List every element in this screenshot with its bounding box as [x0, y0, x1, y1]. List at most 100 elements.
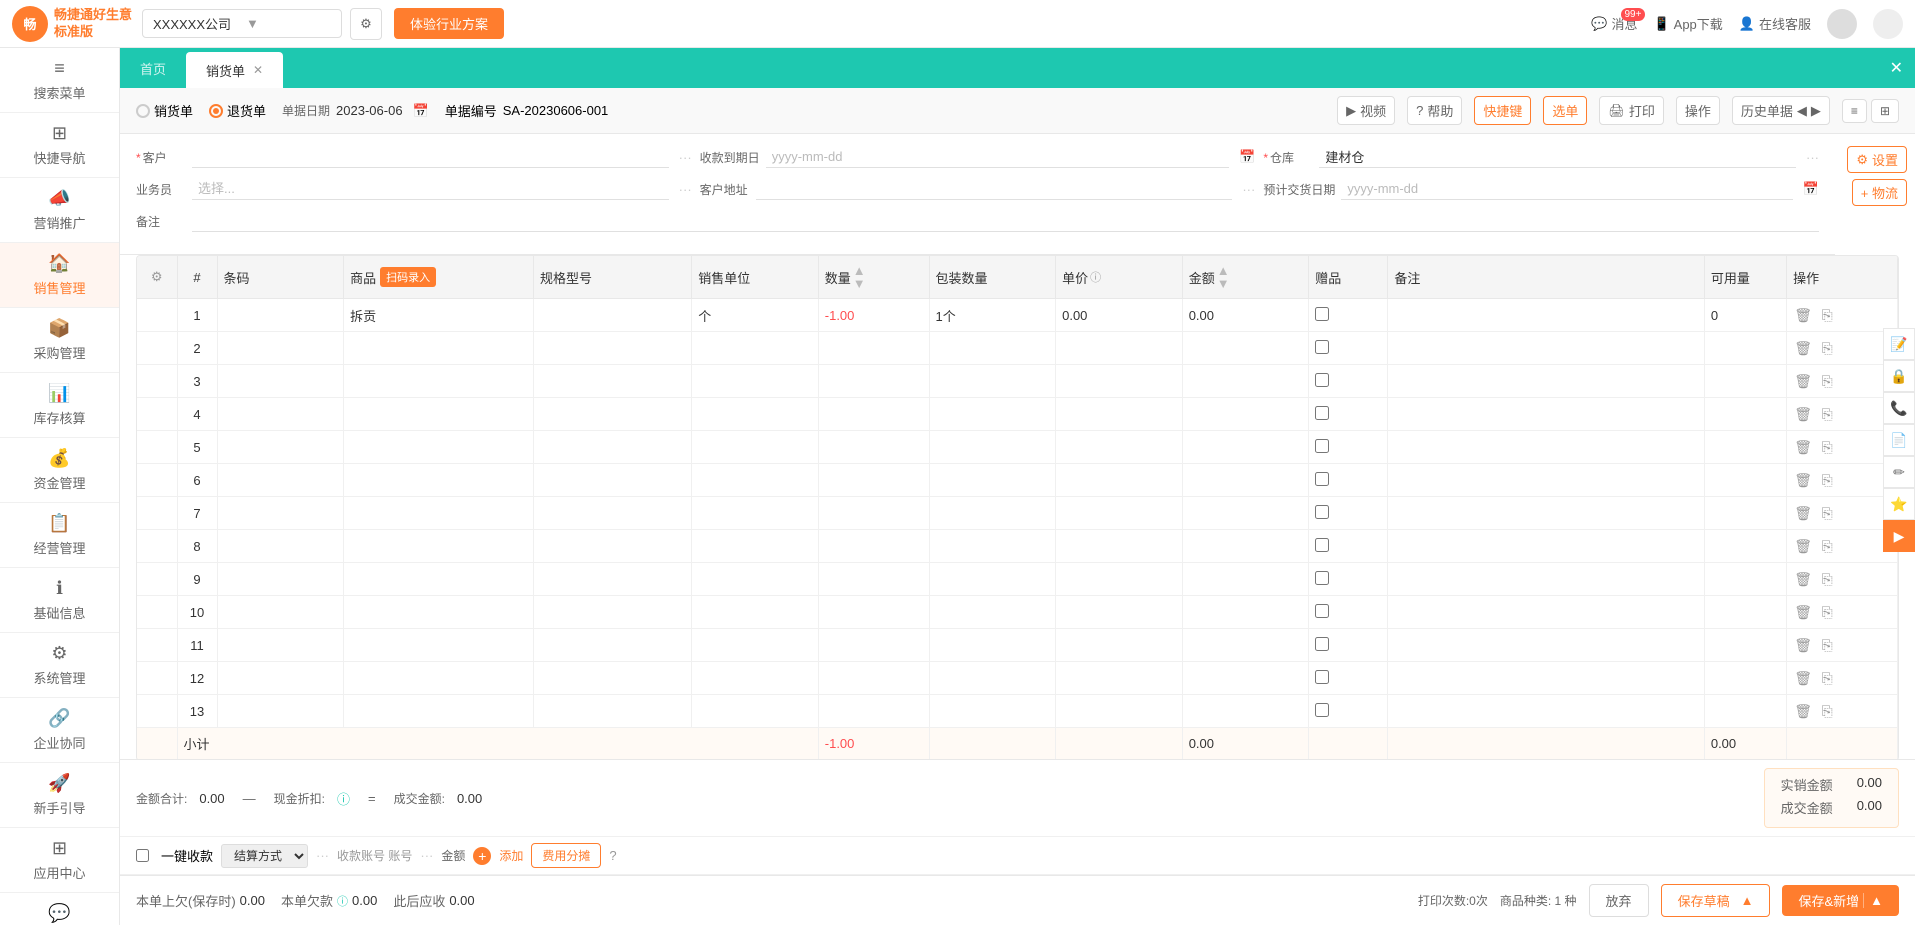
delete-row-icon-12[interactable]: 🗑 [1793, 668, 1813, 688]
delete-row-icon-10[interactable]: 🗑 [1793, 602, 1813, 622]
cell-amount-3[interactable] [1182, 365, 1309, 398]
list-view-button[interactable]: ≡ [1842, 99, 1867, 123]
cell-unit-2[interactable] [692, 332, 819, 365]
cell-remark-2[interactable] [1388, 332, 1704, 365]
copy-row-icon-3[interactable]: ⎘ [1817, 371, 1837, 391]
copy-row-icon-5[interactable]: ⎘ [1817, 437, 1837, 457]
cell-remark-3[interactable] [1388, 365, 1704, 398]
one-click-payment-checkbox[interactable] [136, 849, 149, 862]
expense-split-button[interactable]: 费用分摊 [531, 843, 601, 868]
delete-row-icon-7[interactable]: 🗑 [1793, 503, 1813, 523]
right-panel-star-button[interactable]: ⭐ [1883, 488, 1915, 520]
history-nav-prev[interactable]: ◀ [1797, 103, 1807, 119]
cell-qty-1[interactable]: -1.00 [818, 299, 929, 332]
cell-spec-3[interactable] [533, 365, 691, 398]
delete-row-icon-1[interactable]: 🗑 [1793, 305, 1813, 325]
cell-pack-3[interactable] [929, 365, 1056, 398]
scan-button[interactable]: 扫码录入 [380, 267, 436, 287]
delete-row-icon-11[interactable]: 🗑 [1793, 635, 1813, 655]
copy-row-icon-12[interactable]: ⎘ [1817, 668, 1837, 688]
right-panel-notes-button[interactable]: 📝 [1883, 328, 1915, 360]
return-order-radio[interactable]: 退货单 [209, 101, 266, 120]
right-panel-bottom-button[interactable]: ▶ [1883, 520, 1915, 552]
copy-row-icon-2[interactable]: ⎘ [1817, 338, 1837, 358]
add-payment-button[interactable]: + [473, 847, 491, 865]
copy-row-icon-9[interactable]: ⎘ [1817, 569, 1837, 589]
company-settings-button[interactable]: ⚙ [350, 8, 382, 40]
shortcut-button[interactable]: 快捷键 [1474, 96, 1531, 125]
payment-dots2[interactable]: ··· [420, 848, 433, 863]
app-download-item[interactable]: 📱 App下载 [1653, 14, 1722, 33]
expense-split-help-icon[interactable]: ? [609, 848, 616, 863]
sidebar-item-finance[interactable]: 💰 资金管理 [0, 438, 119, 503]
sidebar-item-purchase[interactable]: 📦 采购管理 [0, 308, 119, 373]
customer-dots[interactable]: ··· [679, 150, 692, 165]
salesperson-dots[interactable]: ··· [679, 182, 692, 197]
sidebar-item-inventory[interactable]: 📊 库存核算 [0, 373, 119, 438]
sidebar-item-marketing[interactable]: 📣 营销推广 [0, 178, 119, 243]
operate-button[interactable]: 操作 [1676, 96, 1720, 125]
warehouse-dots[interactable]: ··· [1806, 150, 1819, 165]
save-new-button[interactable]: 保存&新增 ▲ [1782, 885, 1899, 916]
price-info-icon[interactable]: ⓘ [1090, 269, 1101, 285]
save-draft-dropdown-icon[interactable]: ▲ [1734, 893, 1754, 908]
history-button[interactable]: 历史单据 ◀ ▶ [1732, 96, 1830, 125]
tab-bar-close-button[interactable]: ✕ [1890, 58, 1903, 78]
company-selector[interactable]: XXXXXX公司 ▼ [142, 9, 342, 38]
copy-row-icon-13[interactable]: ⎘ [1817, 701, 1837, 721]
sidebar-item-wechat[interactable]: 💬 企业微信 [0, 893, 119, 925]
copy-row-icon-4[interactable]: ⎘ [1817, 404, 1837, 424]
customer-addr-input[interactable] [756, 178, 1233, 200]
sidebar-item-basic[interactable]: ℹ 基础信息 [0, 568, 119, 633]
cell-product-1[interactable]: 拆贡 [344, 299, 534, 332]
logistics-button[interactable]: + 物流 [1852, 179, 1907, 206]
copy-row-icon-7[interactable]: ⎘ [1817, 503, 1837, 523]
remarks-input[interactable] [192, 210, 1819, 232]
cell-price-2[interactable] [1056, 332, 1183, 365]
amount-sort-icon[interactable]: ▲▼ [1217, 264, 1230, 290]
copy-row-icon-10[interactable]: ⎘ [1817, 602, 1837, 622]
cell-price-1[interactable]: 0.00 [1056, 299, 1183, 332]
online-service-item[interactable]: 👤 在线客服 [1739, 14, 1811, 33]
print-button[interactable]: 🖨 打印 [1599, 96, 1664, 125]
payment-method-select[interactable]: 结算方式 [221, 844, 308, 868]
save-new-dropdown-icon[interactable]: ▲ [1863, 893, 1883, 908]
right-panel-lock-button[interactable]: 🔒 [1883, 360, 1915, 392]
settings-form-button[interactable]: ⚙ 设置 [1847, 146, 1907, 173]
cell-barcode-3[interactable] [217, 365, 344, 398]
date-calendar-icon[interactable]: 📅 [413, 103, 429, 119]
sidebar-item-system[interactable]: ⚙ 系统管理 [0, 633, 119, 698]
cell-gift-3[interactable] [1309, 365, 1388, 398]
avatar2[interactable] [1873, 9, 1903, 39]
delete-row-icon-8[interactable]: 🗑 [1793, 536, 1813, 556]
customer-addr-dots[interactable]: ··· [1242, 182, 1255, 197]
cell-price-3[interactable] [1056, 365, 1183, 398]
delete-row-icon-9[interactable]: 🗑 [1793, 569, 1813, 589]
delete-row-icon-5[interactable]: 🗑 [1793, 437, 1813, 457]
sidebar-item-sales[interactable]: 🏠 销售管理 [0, 243, 119, 308]
cell-qty-2[interactable] [818, 332, 929, 365]
delete-row-icon-4[interactable]: 🗑 [1793, 404, 1813, 424]
cell-unit-1[interactable]: 个 [692, 299, 819, 332]
select-button[interactable]: 选单 [1543, 96, 1587, 125]
sidebar-item-guide[interactable]: 🚀 新手引导 [0, 763, 119, 828]
warehouse-input[interactable] [1319, 146, 1796, 168]
right-panel-doc-button[interactable]: 📄 [1883, 424, 1915, 456]
cell-product-2[interactable] [344, 332, 534, 365]
copy-row-icon-6[interactable]: ⎘ [1817, 470, 1837, 490]
payment-method-dots[interactable]: ··· [316, 848, 329, 863]
copy-row-icon-8[interactable]: ⎘ [1817, 536, 1837, 556]
salesperson-input[interactable] [192, 178, 669, 200]
cell-remark-1[interactable] [1388, 299, 1704, 332]
cell-gift-1[interactable] [1309, 299, 1388, 332]
cell-spec-2[interactable] [533, 332, 691, 365]
cell-gift-2[interactable] [1309, 332, 1388, 365]
delete-row-icon-3[interactable]: 🗑 [1793, 371, 1813, 391]
save-draft-button[interactable]: 保存草稿 ▲ [1661, 884, 1771, 917]
owed-info-icon[interactable]: ⓘ [337, 893, 348, 909]
cell-unit-3[interactable] [692, 365, 819, 398]
delete-row-icon-2[interactable]: 🗑 [1793, 338, 1813, 358]
delete-row-icon-13[interactable]: 🗑 [1793, 701, 1813, 721]
sidebar-item-quicknav[interactable]: ⊞ 快捷导航 [0, 113, 119, 178]
customer-input[interactable] [192, 146, 669, 168]
